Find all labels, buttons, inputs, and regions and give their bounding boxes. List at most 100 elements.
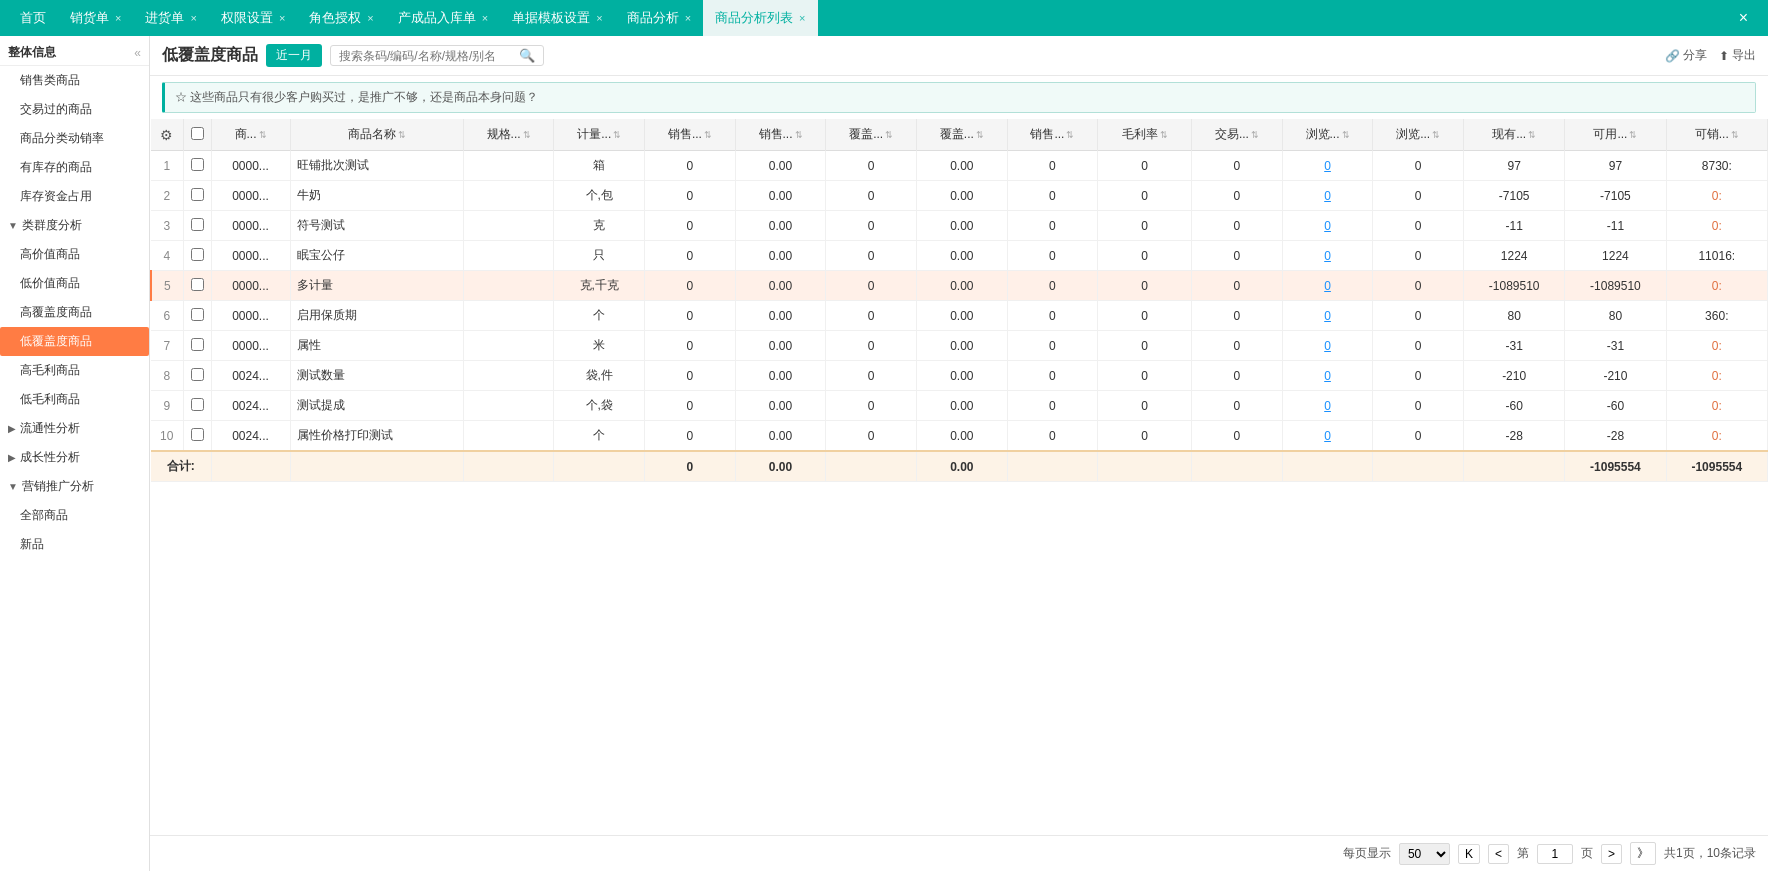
sidebar-collapse-btn[interactable]: « bbox=[134, 46, 141, 60]
sidebar-item-traded-goods[interactable]: 交易过的商品 bbox=[0, 95, 149, 124]
row-browse1[interactable]: 0 bbox=[1282, 151, 1373, 181]
per-page-select[interactable]: 50 100 200 bbox=[1399, 843, 1450, 865]
row-checkbox[interactable] bbox=[191, 188, 204, 201]
row-checkbox-cell[interactable] bbox=[183, 301, 211, 331]
search-input[interactable] bbox=[339, 49, 519, 63]
row-checkbox-cell[interactable] bbox=[183, 181, 211, 211]
sidebar-item-stocked-goods[interactable]: 有库存的商品 bbox=[0, 153, 149, 182]
row-name[interactable]: 属性价格打印测试 bbox=[290, 421, 463, 452]
row-browse1[interactable]: 0 bbox=[1282, 211, 1373, 241]
sidebar-item-low-margin[interactable]: 低毛利商品 bbox=[0, 385, 149, 414]
row-browse1[interactable]: 0 bbox=[1282, 301, 1373, 331]
col-sale2[interactable]: 销售...⇅ bbox=[1007, 119, 1098, 151]
row-browse1[interactable]: 0 bbox=[1282, 391, 1373, 421]
row-name[interactable]: 符号测试 bbox=[290, 211, 463, 241]
nav-sales-close[interactable]: × bbox=[115, 12, 121, 24]
col-gear[interactable]: ⚙ bbox=[151, 119, 183, 151]
row-checkbox[interactable] bbox=[191, 428, 204, 441]
row-browse1[interactable]: 0 bbox=[1282, 271, 1373, 301]
row-checkbox-cell[interactable] bbox=[183, 421, 211, 452]
row-name[interactable]: 启用保质期 bbox=[290, 301, 463, 331]
row-name[interactable]: 眠宝公仔 bbox=[290, 241, 463, 271]
col-browse2[interactable]: 浏览...⇅ bbox=[1373, 119, 1464, 151]
sidebar-item-sales-goods[interactable]: 销售类商品 bbox=[0, 66, 149, 95]
row-checkbox-cell[interactable] bbox=[183, 211, 211, 241]
sidebar-item-all-goods[interactable]: 全部商品 bbox=[0, 501, 149, 530]
row-checkbox[interactable] bbox=[191, 308, 204, 321]
nav-template-close[interactable]: × bbox=[596, 12, 602, 24]
col-spec[interactable]: 规格...⇅ bbox=[463, 119, 554, 151]
row-checkbox[interactable] bbox=[191, 338, 204, 351]
nav-product-analysis-list[interactable]: 商品分析列表 × bbox=[703, 0, 817, 36]
nav-purchase[interactable]: 进货单 × bbox=[133, 0, 208, 36]
row-name[interactable]: 多计量 bbox=[290, 271, 463, 301]
nav-home[interactable]: 首页 bbox=[8, 0, 58, 36]
search-icon[interactable]: 🔍 bbox=[519, 48, 535, 63]
col-name[interactable]: 商品名称⇅ bbox=[290, 119, 463, 151]
col-code[interactable]: 商...⇅ bbox=[211, 119, 290, 151]
row-name[interactable]: 旺铺批次测试 bbox=[290, 151, 463, 181]
nav-product-analysis-close[interactable]: × bbox=[685, 12, 691, 24]
col-unit[interactable]: 计量...⇅ bbox=[554, 119, 645, 151]
window-close-button[interactable]: × bbox=[1727, 9, 1760, 27]
nav-product-analysis[interactable]: 商品分析 × bbox=[615, 0, 703, 36]
row-checkbox[interactable] bbox=[191, 278, 204, 291]
col-browse1[interactable]: 浏览...⇅ bbox=[1282, 119, 1373, 151]
sidebar-section-cluster[interactable]: ▼ 类群度分析 bbox=[0, 211, 149, 240]
row-checkbox[interactable] bbox=[191, 158, 204, 171]
nav-permission-close[interactable]: × bbox=[279, 12, 285, 24]
col-cover2[interactable]: 覆盖...⇅ bbox=[917, 119, 1008, 151]
page-number-input[interactable] bbox=[1537, 844, 1573, 864]
sidebar-section-growth[interactable]: ▶ 成长性分析 bbox=[0, 443, 149, 472]
col-stock3[interactable]: 可销...⇅ bbox=[1666, 119, 1767, 151]
nav-template[interactable]: 单据模板设置 × bbox=[500, 0, 614, 36]
col-stock1[interactable]: 现有...⇅ bbox=[1464, 119, 1565, 151]
col-margin[interactable]: 毛利率⇅ bbox=[1098, 119, 1192, 151]
row-checkbox[interactable] bbox=[191, 368, 204, 381]
sidebar-item-high-value[interactable]: 高价值商品 bbox=[0, 240, 149, 269]
row-browse1[interactable]: 0 bbox=[1282, 361, 1373, 391]
pagination-last-btn[interactable]: 》 bbox=[1630, 842, 1656, 865]
row-checkbox-cell[interactable] bbox=[183, 391, 211, 421]
nav-role[interactable]: 角色授权 × bbox=[297, 0, 385, 36]
row-browse1[interactable]: 0 bbox=[1282, 331, 1373, 361]
nav-permission[interactable]: 权限设置 × bbox=[209, 0, 297, 36]
sidebar-item-category-rate[interactable]: 商品分类动销率 bbox=[0, 124, 149, 153]
row-checkbox[interactable] bbox=[191, 398, 204, 411]
sidebar-item-low-value[interactable]: 低价值商品 bbox=[0, 269, 149, 298]
pagination-prev-btn[interactable]: < bbox=[1488, 844, 1509, 864]
row-name[interactable]: 测试提成 bbox=[290, 391, 463, 421]
col-sale-amt[interactable]: 销售...⇅ bbox=[735, 119, 826, 151]
row-checkbox[interactable] bbox=[191, 218, 204, 231]
nav-product-stock[interactable]: 产成品入库单 × bbox=[386, 0, 500, 36]
nav-sales[interactable]: 销货单 × bbox=[58, 0, 133, 36]
row-name[interactable]: 牛奶 bbox=[290, 181, 463, 211]
share-button[interactable]: 🔗 分享 bbox=[1665, 47, 1707, 64]
sidebar-item-low-coverage[interactable]: 低覆盖度商品 bbox=[0, 327, 149, 356]
row-name[interactable]: 属性 bbox=[290, 331, 463, 361]
row-browse1[interactable]: 0 bbox=[1282, 421, 1373, 452]
row-checkbox-cell[interactable] bbox=[183, 331, 211, 361]
col-stock2[interactable]: 可用...⇅ bbox=[1565, 119, 1666, 151]
row-browse1[interactable]: 0 bbox=[1282, 181, 1373, 211]
col-checkbox[interactable] bbox=[183, 119, 211, 151]
col-trade[interactable]: 交易...⇅ bbox=[1192, 119, 1283, 151]
col-cover1[interactable]: 覆盖...⇅ bbox=[826, 119, 917, 151]
nav-role-close[interactable]: × bbox=[367, 12, 373, 24]
sidebar-item-high-margin[interactable]: 高毛利商品 bbox=[0, 356, 149, 385]
sidebar-section-circulation[interactable]: ▶ 流通性分析 bbox=[0, 414, 149, 443]
col-sale-qty[interactable]: 销售...⇅ bbox=[645, 119, 736, 151]
sidebar-item-high-coverage[interactable]: 高覆盖度商品 bbox=[0, 298, 149, 327]
nav-product-analysis-list-close[interactable]: × bbox=[799, 12, 805, 24]
row-checkbox-cell[interactable] bbox=[183, 361, 211, 391]
sidebar-item-new-goods[interactable]: 新品 bbox=[0, 530, 149, 559]
nav-purchase-close[interactable]: × bbox=[190, 12, 196, 24]
row-checkbox-cell[interactable] bbox=[183, 241, 211, 271]
select-all-checkbox[interactable] bbox=[191, 127, 204, 140]
row-name[interactable]: 测试数量 bbox=[290, 361, 463, 391]
date-filter-button[interactable]: 近一月 bbox=[266, 44, 322, 67]
row-checkbox[interactable] bbox=[191, 248, 204, 261]
row-checkbox-cell[interactable] bbox=[183, 271, 211, 301]
sidebar-item-stock-funds[interactable]: 库存资金占用 bbox=[0, 182, 149, 211]
sidebar-section-marketing[interactable]: ▼ 营销推广分析 bbox=[0, 472, 149, 501]
